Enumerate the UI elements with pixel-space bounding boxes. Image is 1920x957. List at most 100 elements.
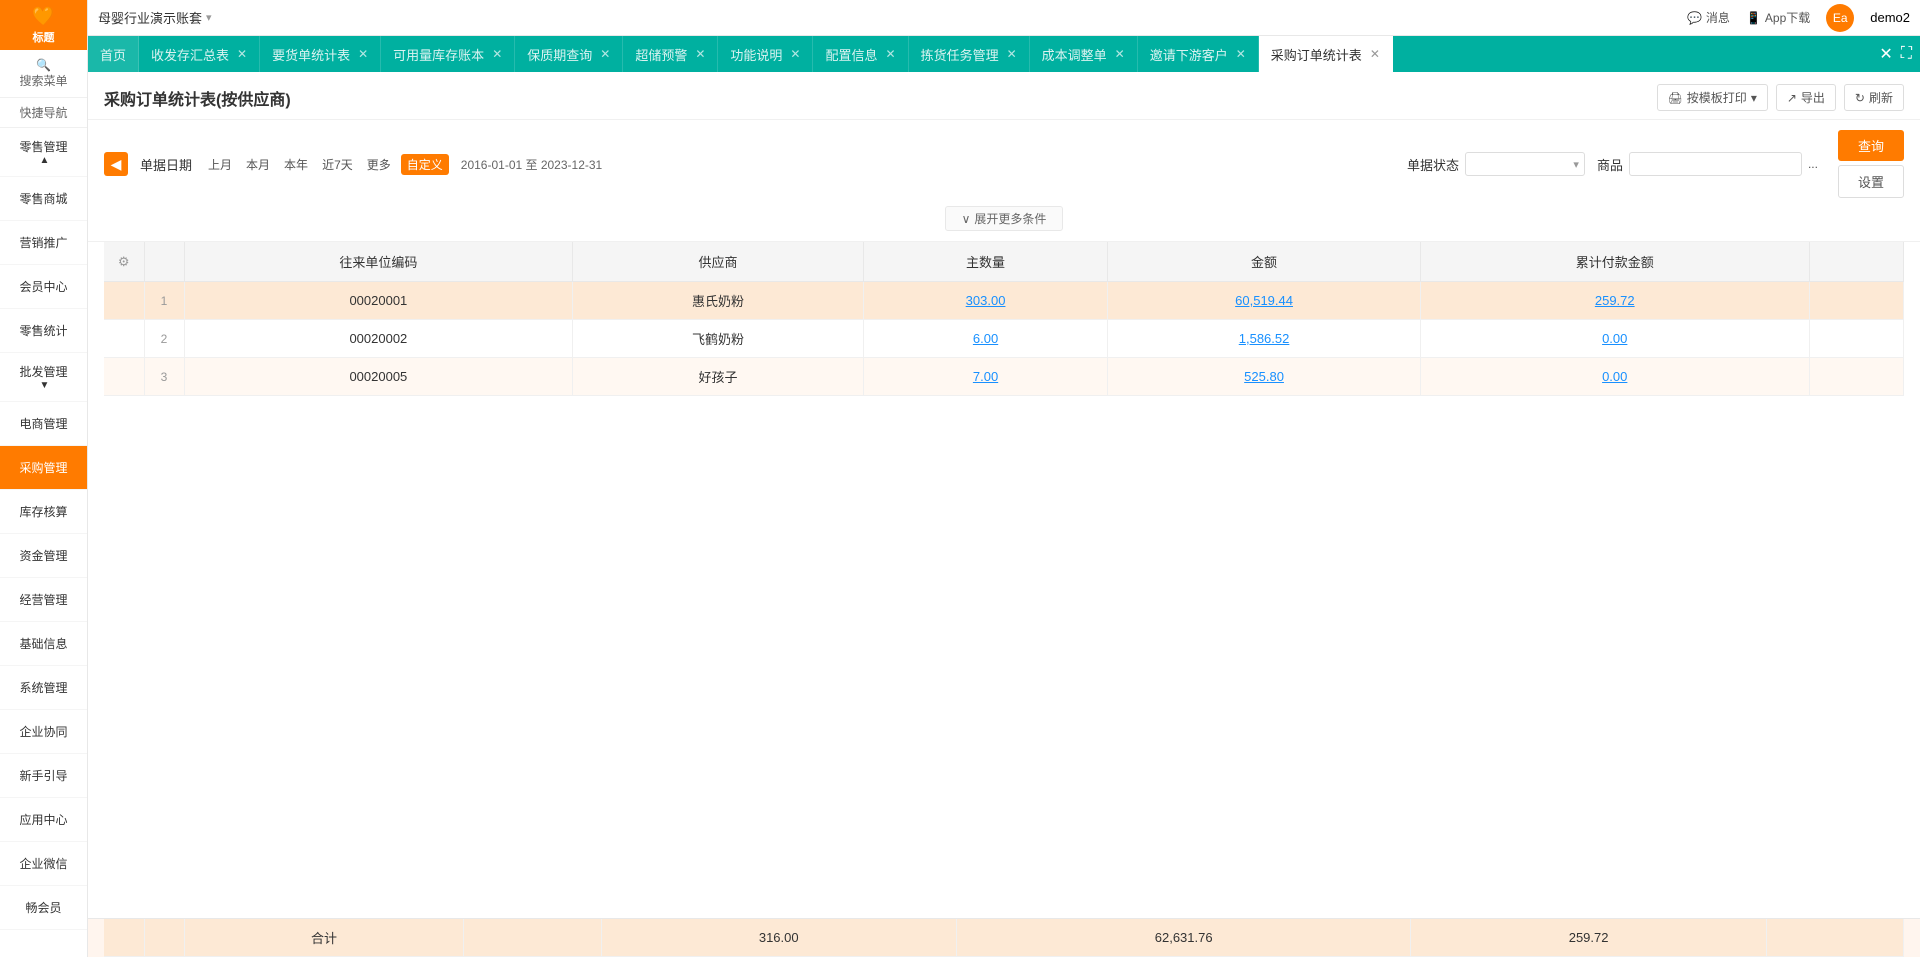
th-qty: 主数量 — [863, 242, 1107, 282]
tab-config-info[interactable]: 配置信息 ✕ — [813, 36, 908, 72]
template-print-arrow: ▾ — [1751, 91, 1757, 105]
sidebar-item-wholesale-mgmt[interactable]: 批发管理 ▼ — [0, 353, 87, 402]
footer-td-num — [144, 919, 184, 957]
tab-overstock[interactable]: 超储预警 ✕ — [623, 36, 718, 72]
td-row3-paid[interactable]: 0.00 — [1420, 358, 1809, 396]
tab-receive-send-label: 收发存汇总表 — [151, 45, 229, 64]
sidebar-item-app-center[interactable]: 应用中心 — [0, 798, 87, 842]
tab-func-desc-close[interactable]: ✕ — [790, 47, 800, 61]
shortcut-this-month[interactable]: 本月 — [242, 154, 274, 175]
footer-table: 合计 316.00 62,631.76 259.72 — [104, 919, 1904, 957]
shortcut-last-month[interactable]: 上月 — [204, 154, 236, 175]
tab-order-stats[interactable]: 要货单统计表 ✕ — [260, 36, 381, 72]
column-settings-icon[interactable]: ⚙ — [118, 254, 130, 269]
sidebar-item-ops-mgmt[interactable]: 经营管理 — [0, 578, 87, 622]
sidebar-item-retail-mgmt[interactable]: 零售管理 ▲ — [0, 128, 87, 177]
user-avatar[interactable]: Ea — [1826, 4, 1854, 32]
sidebar-item-sys-mgmt[interactable]: 系统管理 — [0, 666, 87, 710]
tab-fullscreen-icon[interactable]: ⛶ — [1901, 45, 1912, 63]
tab-receive-send[interactable]: 收发存汇总表 ✕ — [139, 36, 260, 72]
th-unit-code: 往来单位编码 — [184, 242, 573, 282]
app-download-btn[interactable]: 📱 App下载 — [1746, 9, 1810, 26]
user-name[interactable]: demo2 — [1870, 10, 1910, 25]
shortcut-last-7-days[interactable]: 近7天 — [318, 154, 357, 175]
td-row2-paid[interactable]: 0.00 — [1420, 320, 1809, 358]
tab-invite-downstream-close[interactable]: ✕ — [1236, 47, 1246, 61]
sidebar-item-quick-nav[interactable]: 快捷导航 — [0, 98, 87, 128]
date-filter-label: 单据日期 — [140, 155, 192, 174]
filter-toggle-button[interactable]: ◀ — [104, 152, 128, 176]
sidebar-item-inventory[interactable]: 库存核算 — [0, 490, 87, 534]
sidebar-item-purchase-mgmt[interactable]: 采购管理 — [0, 446, 87, 490]
message-btn[interactable]: 💬 消息 — [1687, 9, 1730, 26]
sidebar-item-search[interactable]: 🔍 搜索菜单 — [0, 50, 87, 98]
logo-text: 标题 — [33, 29, 55, 45]
expand-conditions-button[interactable]: ∨ 展开更多条件 — [945, 206, 1064, 231]
td-row2-qty[interactable]: 6.00 — [863, 320, 1107, 358]
app-download-icon: 📱 — [1746, 11, 1761, 25]
custom-date-badge[interactable]: 自定义 — [401, 154, 449, 175]
tab-cost-adjust-close[interactable]: ✕ — [1115, 47, 1125, 61]
tab-invite-downstream[interactable]: 邀请下游客户 ✕ — [1138, 36, 1259, 72]
td-row3-amount[interactable]: 525.80 — [1108, 358, 1421, 396]
sidebar-item-retail-stats[interactable]: 零售统计 — [0, 309, 87, 353]
top-bar-right: 💬 消息 📱 App下载 Ea demo2 — [1687, 4, 1910, 32]
tab-available-inv[interactable]: 可用量库存账本 ✕ — [381, 36, 515, 72]
tab-available-inv-close[interactable]: ✕ — [492, 47, 502, 61]
sidebar-item-member-center[interactable]: 会员中心 — [0, 265, 87, 309]
footer-td-qty: 316.00 — [601, 919, 956, 957]
tab-overstock-close[interactable]: ✕ — [695, 47, 705, 61]
sidebar-item-enterprise-wechat[interactable]: 企业微信 — [0, 842, 87, 886]
status-select[interactable] — [1465, 152, 1585, 176]
tab-expiry-query-close[interactable]: ✕ — [600, 47, 610, 61]
filter-area: ◀ 单据日期 上月 本月 本年 近7天 更多 自定义 2016-01-01 至 … — [88, 120, 1920, 242]
shortcut-more[interactable]: 更多 — [363, 154, 395, 175]
sidebar-item-marketing[interactable]: 营销推广 — [0, 221, 87, 265]
td-row1-paid[interactable]: 259.72 — [1420, 282, 1809, 320]
footer-td-label: 合计 — [184, 919, 464, 957]
tab-home[interactable]: 首页 — [88, 36, 139, 72]
sidebar-item-ecommerce[interactable]: 电商管理 — [0, 402, 87, 446]
td-row2-amount[interactable]: 1,586.52 — [1108, 320, 1421, 358]
workspace-selector[interactable]: 母婴行业演示账套 ▾ — [98, 8, 212, 27]
td-row3-qty[interactable]: 7.00 — [863, 358, 1107, 396]
sidebar-item-collab[interactable]: 企业协同 — [0, 710, 87, 754]
td-row1-amount[interactable]: 60,519.44 — [1108, 282, 1421, 320]
footer-td-amount: 62,631.76 — [956, 919, 1411, 957]
sidebar-item-member[interactable]: 畅会员 — [0, 886, 87, 930]
tab-config-info-close[interactable]: ✕ — [886, 47, 896, 61]
tab-expiry-query[interactable]: 保质期查询 ✕ — [515, 36, 623, 72]
tab-order-stats-label: 要货单统计表 — [272, 45, 350, 64]
goods-filter-item: 商品 ... — [1597, 152, 1818, 176]
sidebar-item-finance[interactable]: 资金管理 — [0, 534, 87, 578]
refresh-button[interactable]: ↻ 刷新 — [1844, 84, 1904, 111]
date-shortcuts: 上月 本月 本年 近7天 更多 自定义 — [204, 154, 449, 175]
tab-purchase-stats[interactable]: 采购订单统计表 ✕ — [1259, 36, 1393, 72]
tab-func-desc[interactable]: 功能说明 ✕ — [718, 36, 813, 72]
td-row1-extra — [1809, 282, 1903, 320]
filter-more-btn[interactable]: ... — [1808, 157, 1818, 171]
tab-purchase-stats-close[interactable]: ✕ — [1370, 47, 1380, 61]
tab-cost-adjust[interactable]: 成本调整单 ✕ — [1030, 36, 1138, 72]
sidebar-item-retail-shop[interactable]: 零售商城 — [0, 177, 87, 221]
tab-task-mgmt[interactable]: 拣货任务管理 ✕ — [909, 36, 1030, 72]
data-table: ⚙ 往来单位编码 供应商 主数量 金额 累计付款金额 1 — [104, 242, 1904, 396]
message-label: 消息 — [1706, 9, 1730, 26]
wholesale-arrow: ▼ — [40, 380, 50, 391]
sidebar-item-basic-info[interactable]: 基础信息 — [0, 622, 87, 666]
tab-close-all-icon[interactable]: ✕ — [1879, 44, 1892, 64]
tab-receive-send-close[interactable]: ✕ — [237, 47, 247, 61]
query-button[interactable]: 查询 — [1838, 130, 1904, 161]
settings-button[interactable]: 设置 — [1838, 165, 1904, 198]
shortcut-this-year[interactable]: 本年 — [280, 154, 312, 175]
page-header: 采购订单统计表(按供应商) 🖨 按模板打印 ▾ ↗ 导出 ↻ 刷新 — [88, 72, 1920, 120]
table-row: 1 00020001 惠氏奶粉 303.00 60,519.44 259.72 — [104, 282, 1904, 320]
sidebar-item-new-guide[interactable]: 新手引导 — [0, 754, 87, 798]
template-print-button[interactable]: 🖨 按模板打印 ▾ — [1657, 84, 1768, 111]
export-button[interactable]: ↗ 导出 — [1776, 84, 1836, 111]
tab-task-mgmt-close[interactable]: ✕ — [1007, 47, 1017, 61]
goods-filter-input[interactable] — [1629, 152, 1802, 176]
tab-order-stats-close[interactable]: ✕ — [358, 47, 368, 61]
logo[interactable]: 🧡 标题 — [0, 0, 87, 50]
td-row1-qty[interactable]: 303.00 — [863, 282, 1107, 320]
